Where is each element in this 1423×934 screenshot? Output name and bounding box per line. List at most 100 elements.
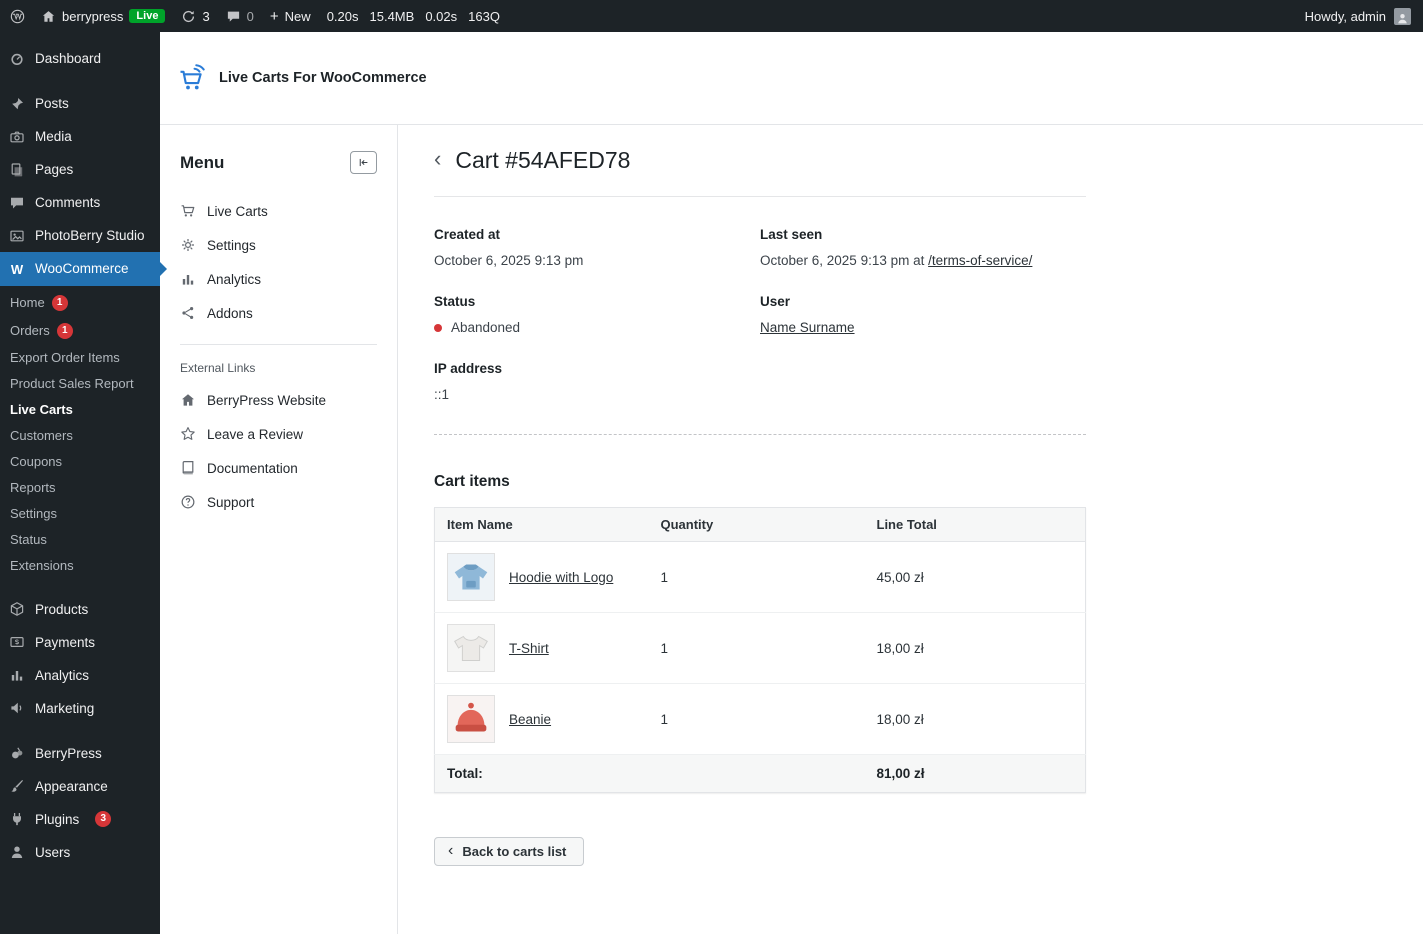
- beanie-product-image: [447, 695, 495, 743]
- sidebar-label: Dashboard: [35, 50, 101, 67]
- submenu-item-home[interactable]: Home1: [0, 289, 160, 317]
- submenu-label: Settings: [10, 507, 57, 521]
- submenu-item-status[interactable]: Status: [0, 527, 160, 553]
- site-name: berrypress: [62, 9, 123, 24]
- external-links-heading: External Links: [180, 361, 377, 375]
- new-content-menu[interactable]: + New: [270, 8, 311, 25]
- ip-address-field: IP address ::1: [434, 361, 760, 402]
- back-to-carts-list-button[interactable]: ‹ Back to carts list: [434, 837, 584, 866]
- submenu-item-export-order-items[interactable]: Export Order Items: [0, 345, 160, 371]
- appearance-icon: [8, 778, 26, 794]
- sidebar-item-berrypress[interactable]: BerryPress: [0, 737, 160, 770]
- sidebar-item-photoberry-studio[interactable]: PhotoBerry Studio: [0, 219, 160, 252]
- cart-detail-panel: ‹ Cart #54AFED78 Created at October 6, 2…: [398, 125, 1423, 934]
- submenu-item-customers[interactable]: Customers: [0, 423, 160, 449]
- submenu-label: Extensions: [10, 559, 74, 573]
- sidebar-item-plugins[interactable]: Plugins3: [0, 803, 160, 836]
- submenu-item-reports[interactable]: Reports: [0, 475, 160, 501]
- sidebar-item-posts[interactable]: Posts: [0, 87, 160, 120]
- submenu-item-product-sales-report[interactable]: Product Sales Report: [0, 371, 160, 397]
- plugin-title: Live Carts For WooCommerce: [219, 70, 427, 86]
- book-icon: [180, 460, 196, 476]
- sidebar-label: WooCommerce: [35, 260, 129, 277]
- hoodie-product-image: [447, 553, 495, 601]
- sidebar-item-pages[interactable]: Pages: [0, 153, 160, 186]
- status-dot: [434, 324, 442, 332]
- external-link-label: Leave a Review: [207, 427, 303, 442]
- sidebar-label: Media: [35, 128, 72, 145]
- back-arrow-button[interactable]: ‹: [434, 148, 441, 173]
- sidebar-item-payments[interactable]: Payments: [0, 626, 160, 659]
- submenu-label: Export Order Items: [10, 351, 120, 365]
- woocommerce-submenu: Home1 Orders1 Export Order Items Product…: [0, 286, 160, 593]
- sidebar-item-media[interactable]: Media: [0, 120, 160, 153]
- sidebar-item-analytics[interactable]: Analytics: [0, 659, 160, 692]
- updates-icon: [181, 9, 196, 24]
- created-at-field: Created at October 6, 2025 9:13 pm: [434, 227, 760, 268]
- sidebar-item-appearance[interactable]: Appearance: [0, 770, 160, 803]
- product-link[interactable]: Beanie: [509, 712, 551, 727]
- external-link-documentation[interactable]: Documentation: [180, 451, 377, 485]
- gear-icon: [180, 237, 196, 253]
- admin-sidebar: Dashboard Posts Media Pages Comments Pho…: [0, 32, 160, 934]
- submenu-item-settings[interactable]: Settings: [0, 501, 160, 527]
- submenu-item-extensions[interactable]: Extensions: [0, 553, 160, 579]
- pages-icon: [8, 162, 26, 178]
- site-name-menu[interactable]: berrypress Live: [41, 9, 165, 24]
- live-cart-logo-icon: [178, 63, 208, 93]
- external-link-label: Support: [207, 495, 254, 510]
- plugin-menu-item-analytics[interactable]: Analytics: [180, 262, 377, 296]
- sidebar-item-woocommerce[interactable]: W WooCommerce: [0, 252, 160, 286]
- photoberry-studio-icon: [8, 228, 26, 244]
- status-badge: Abandoned: [451, 320, 520, 335]
- external-link-support[interactable]: Support: [180, 485, 377, 519]
- collapse-menu-button[interactable]: [350, 151, 377, 174]
- line-total-value: 18,00 zł: [865, 613, 1086, 684]
- comments-icon: [8, 195, 26, 211]
- submenu-item-orders[interactable]: Orders1: [0, 317, 160, 345]
- external-link-label: BerryPress Website: [207, 393, 326, 408]
- star-icon: [180, 426, 196, 442]
- last-seen-page-link[interactable]: /terms-of-service/: [928, 253, 1032, 268]
- submenu-item-live-carts[interactable]: Live Carts: [0, 397, 160, 423]
- submenu-label: Reports: [10, 481, 56, 495]
- plugin-menu-item-settings[interactable]: Settings: [180, 228, 377, 262]
- sidebar-item-dashboard[interactable]: Dashboard: [0, 42, 160, 75]
- howdy-text: Howdy, admin: [1305, 9, 1386, 24]
- product-link[interactable]: Hoodie with Logo: [509, 570, 613, 585]
- qm-query-count: 163Q: [468, 9, 500, 24]
- sidebar-label: Posts: [35, 95, 69, 112]
- table-header-row: Item Name Quantity Line Total: [435, 508, 1086, 542]
- external-link-berrypress-website[interactable]: BerryPress Website: [180, 383, 377, 417]
- plugin-menu-item-live-carts[interactable]: Live Carts: [180, 194, 377, 228]
- table-row: Beanie 1 18,00 zł: [435, 684, 1086, 755]
- sidebar-item-products[interactable]: Products: [0, 593, 160, 626]
- cart-details-grid: Created at October 6, 2025 9:13 pm Last …: [434, 227, 1086, 402]
- user-link[interactable]: Name Surname: [760, 320, 855, 335]
- live-environment-badge: Live: [129, 9, 165, 23]
- account-menu[interactable]: Howdy, admin: [1305, 8, 1411, 25]
- plugin-menu-heading: Menu: [180, 153, 224, 173]
- wordpress-logo-menu[interactable]: [10, 9, 25, 24]
- submenu-item-coupons[interactable]: Coupons: [0, 449, 160, 475]
- comments-menu[interactable]: 0: [226, 9, 254, 24]
- plugin-menu-item-addons[interactable]: Addons: [180, 296, 377, 330]
- comments-bubble-icon: [226, 9, 241, 24]
- plus-icon: +: [270, 8, 279, 25]
- woocommerce-icon: W: [8, 261, 26, 278]
- plugin-menu-label: Addons: [207, 306, 253, 321]
- payments-icon: [8, 634, 26, 650]
- product-link[interactable]: T-Shirt: [509, 641, 549, 656]
- cart-items-table: Item Name Quantity Line Total: [434, 507, 1086, 793]
- sidebar-item-comments[interactable]: Comments: [0, 186, 160, 219]
- query-monitor-stats[interactable]: 0.20s 15.4MB 0.02s 163Q: [327, 9, 500, 24]
- sidebar-label: Users: [35, 844, 70, 861]
- home-icon: [180, 392, 196, 408]
- updates-menu[interactable]: 3: [181, 9, 209, 24]
- qm-page-time: 0.20s: [327, 9, 359, 24]
- external-link-label: Documentation: [207, 461, 298, 476]
- external-link-leave-a-review[interactable]: Leave a Review: [180, 417, 377, 451]
- sidebar-item-users[interactable]: Users: [0, 836, 160, 869]
- sidebar-item-marketing[interactable]: Marketing: [0, 692, 160, 725]
- sidebar-label: Comments: [35, 194, 100, 211]
